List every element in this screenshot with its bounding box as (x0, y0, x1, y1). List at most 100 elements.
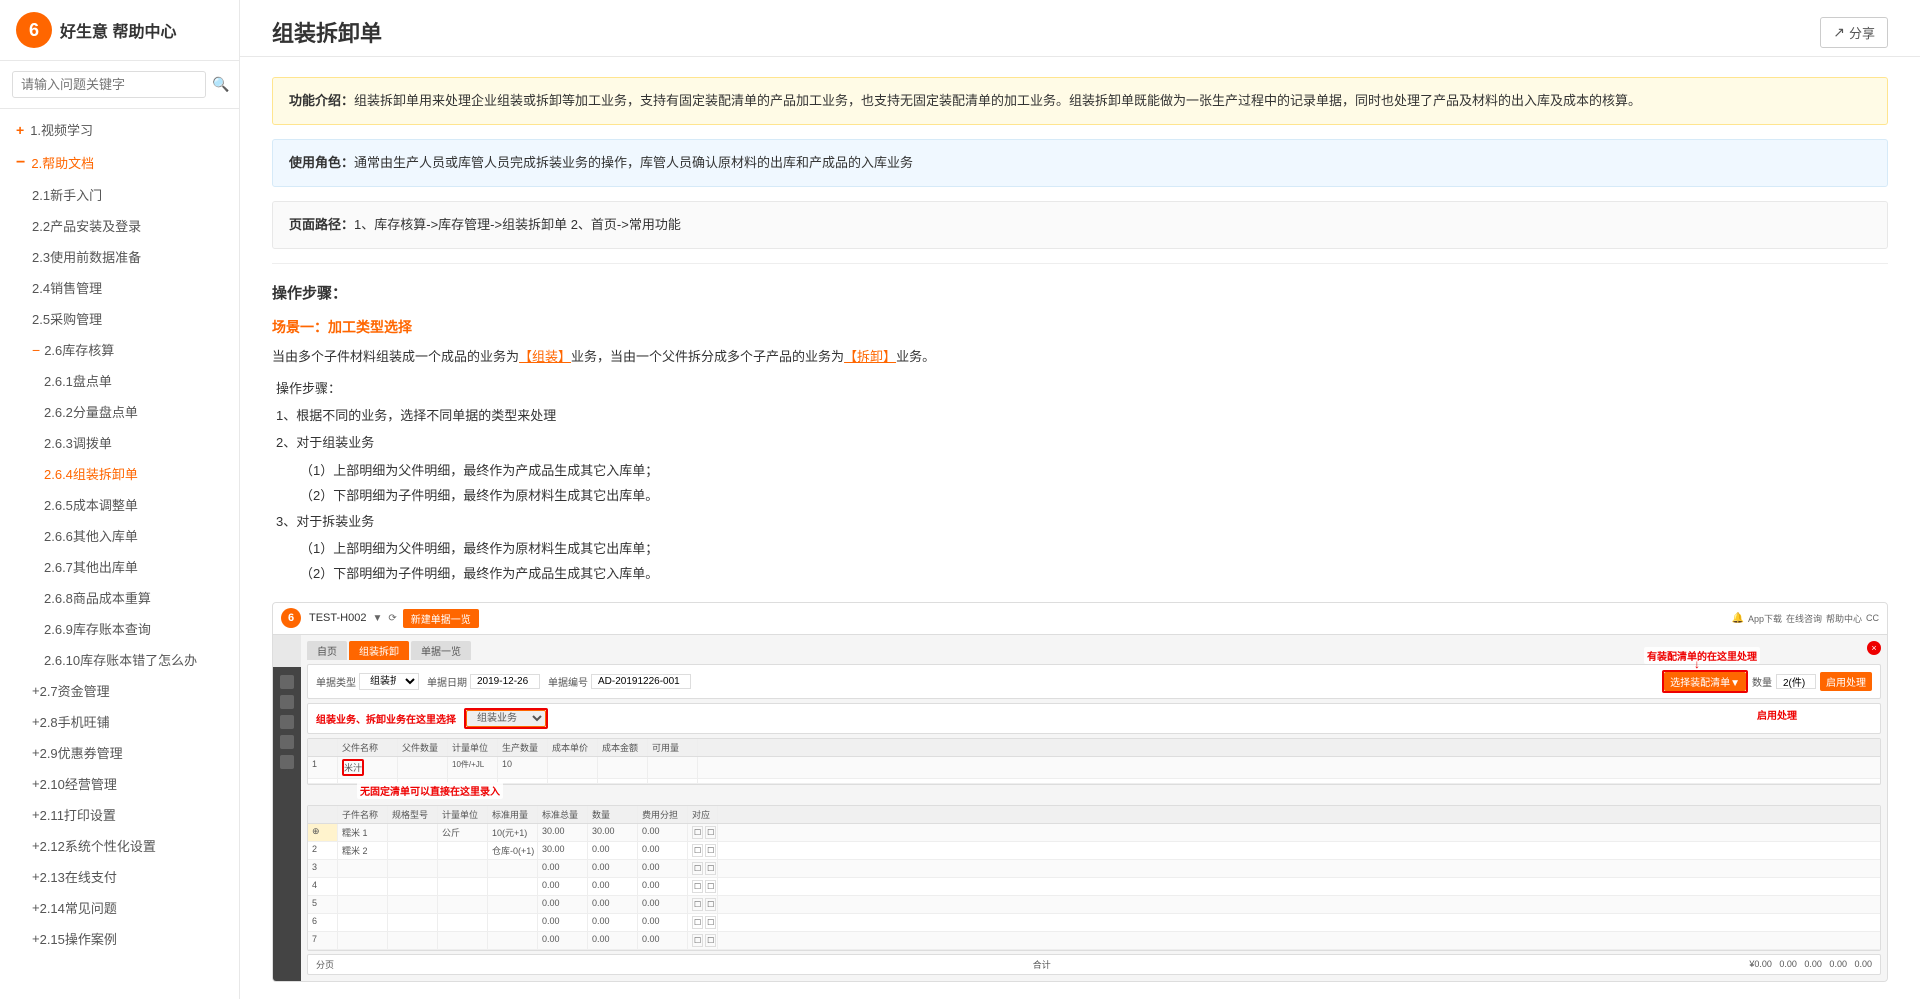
sub-table-row-4: 4 0.00 0.00 0.00 ☐ (308, 878, 1880, 896)
ss-sub-td-1-8: ☐ ☐ (688, 842, 718, 859)
sidebar-item-2-14[interactable]: + 2.14常见问题 (0, 892, 239, 923)
ss-op-annotation-area: 启用处理 (1754, 706, 1800, 723)
link-assembly[interactable]: 【组装】 (519, 349, 571, 364)
ss-sub-td-1-4: 仓库-0(+1) (488, 842, 538, 859)
sidebar-item-2-6-10[interactable]: 2.6.10库存账本错了怎么办 (0, 644, 239, 675)
step1: 1、根据不同的业务，选择不同单据的类型来处理 (276, 404, 1888, 427)
ss-sub-td-3-0: 4 (308, 878, 338, 895)
step2: 2、对于组装业务 (276, 431, 1888, 454)
ss-td-0-3: 10件/+JL (448, 757, 498, 778)
ss-body: 自页 组装拆卸 单据一览 单据类型 组装拆卸 (273, 635, 1887, 981)
ss-sub-th-5: 标准总量 (538, 806, 588, 823)
scenario1-heading: 场景一：加工类型选择 (272, 317, 1888, 337)
ss-sub-th-3: 计量单位 (438, 806, 488, 823)
ss-process-btn[interactable]: 启用处理 (1820, 672, 1872, 691)
sidebar-item-2[interactable]: − 2.帮助文档 (0, 146, 239, 179)
sub-table-row-2: 2 糯米 2 仓库-0(+1) 30.00 0.00 0.00 ☐ (308, 842, 1880, 860)
ss-th-7: 可用量 (648, 739, 698, 756)
ss-table-container: 父件名称 父件数量 计量单位 生产数量 成本单价 成本金额 可用量 1 (307, 738, 1881, 785)
plus-icon-2-9: + (32, 745, 40, 760)
step2-sub1: （1）上部明细为父件明细，最终作为产成品生成其它入库单； (276, 459, 1888, 482)
ss-doc-type-select[interactable]: 组装拆卸 (359, 673, 419, 690)
ss-sub-th-7: 费用分担 (638, 806, 688, 823)
search-icon[interactable]: 🔍 (212, 76, 229, 93)
ss-page-info: 分页 (316, 958, 334, 971)
sidebar-item-2-3[interactable]: 2.3使用前数据准备 (0, 241, 239, 272)
ss-sub-td-6-7: 0.00 (638, 932, 688, 949)
ss-sub-td-0-1: 糯米 1 (338, 824, 388, 841)
ss-sub-td-4-3 (438, 896, 488, 913)
ss-sub-td-3-3 (438, 878, 488, 895)
plus-icon-2-14: + (32, 900, 40, 915)
ss-sidebar-icon-2 (280, 695, 294, 709)
sidebar-item-2-6-3[interactable]: 2.6.3调拨单 (0, 427, 239, 458)
ss-refresh-icon: ⟳ (388, 613, 396, 624)
sidebar-item-2-1[interactable]: 2.1新手入门 (0, 179, 239, 210)
sidebar-item-2-6-4[interactable]: 2.6.4组装拆卸单 (0, 458, 239, 489)
ss-sub-td-0-2 (388, 824, 438, 841)
sidebar-item-2-6-5[interactable]: 2.6.5成本调整单 (0, 489, 239, 520)
logo-icon: 6 (16, 12, 52, 48)
ss-table: 父件名称 父件数量 计量单位 生产数量 成本单价 成本金额 可用量 1 (307, 738, 1881, 785)
ss-qty-input[interactable] (1776, 674, 1816, 689)
ss-tab-active: 组装拆卸 (349, 641, 409, 660)
main-content: 组装拆卸单 ↗ 分享 功能介绍：组装拆卸单用来处理企业组装或拆卸等加工业务，支持… (240, 0, 1920, 999)
sidebar-item-2-8[interactable]: + 2.8手机旺铺 (0, 706, 239, 737)
ss-sub-td-6-4 (488, 932, 538, 949)
sidebar-item-2-11[interactable]: + 2.11打印设置 (0, 799, 239, 830)
sidebar-item-2-6-1[interactable]: 2.6.1盘点单 (0, 365, 239, 396)
search-input[interactable] (12, 71, 206, 98)
sidebar-item-1[interactable]: + 1.视频学习 (0, 113, 239, 146)
ss-billno-input[interactable] (591, 674, 691, 689)
ss-op-type-select[interactable]: 组装业务 (466, 710, 546, 727)
sidebar-item-2-6-8[interactable]: 2.6.8商品成本重算 (0, 582, 239, 613)
ss-close-button[interactable]: × (1867, 641, 1881, 655)
ops-steps-label: 操作步骤： (276, 377, 1888, 400)
role-label: 使用角色： (289, 155, 354, 170)
sidebar-item-2-4[interactable]: 2.4销售管理 (0, 272, 239, 303)
sidebar-item-2-6-6[interactable]: 2.6.6其他入库单 (0, 520, 239, 551)
sidebar-item-2-5[interactable]: 2.5采购管理 (0, 303, 239, 334)
main-header: 组装拆卸单 ↗ 分享 (240, 0, 1920, 57)
scenario1-desc: 当由多个子件材料组装成一个成品的业务为【组装】业务，当由一个父件拆分成多个子产品… (272, 345, 1888, 368)
ss-th-5: 成本单价 (548, 739, 598, 756)
ss-topbar-icons: 🔔 App下载 在线咨询 帮助中心 CC (1732, 612, 1880, 625)
ss-total-values: ¥0.00 0.00 0.00 0.00 0.00 (1749, 959, 1872, 969)
sidebar-item-2-9[interactable]: + 2.9优惠券管理 (0, 737, 239, 768)
sidebar-header: 6 好生意 帮助中心 (0, 0, 239, 61)
ss-new-btn[interactable]: 新建单据一览 (403, 609, 479, 628)
ss-date-input[interactable] (470, 674, 540, 689)
ss-sub-td-5-0: 6 (308, 914, 338, 931)
ss-sub-td-6-5: 0.00 (538, 932, 588, 949)
ss-sub-td-5-7: 0.00 (638, 914, 688, 931)
sidebar-item-2-6[interactable]: − 2.6库存核算 (0, 334, 239, 365)
ss-sub-td-1-3 (438, 842, 488, 859)
path-block: 页面路径：1、库存核算->库存管理->组装拆卸单 2、首页->常用功能 (272, 201, 1888, 249)
ss-td-0-6 (598, 757, 648, 778)
ss-sub-td-6-6: 0.00 (588, 932, 638, 949)
sidebar-item-2-2[interactable]: 2.2产品安装及登录 (0, 210, 239, 241)
plus-icon-2-13: + (32, 869, 40, 884)
sidebar-item-2-6-2[interactable]: 2.6.2分量盘点单 (0, 396, 239, 427)
sidebar-item-2-13[interactable]: + 2.13在线支付 (0, 861, 239, 892)
sidebar-item-2-6-7[interactable]: 2.6.7其他出库单 (0, 551, 239, 582)
ss-sub-td-5-4 (488, 914, 538, 931)
ss-th-3: 计量单位 (448, 739, 498, 756)
ss-annotation-1: 有装配清单的在这里处理 (1644, 647, 1760, 664)
ss-sidebar-icon-5 (280, 755, 294, 769)
sidebar-item-2-12[interactable]: + 2.12系统个性化设置 (0, 830, 239, 861)
sidebar-item-2-7[interactable]: + 2.7资金管理 (0, 675, 239, 706)
sidebar-item-2-6-9[interactable]: 2.6.9库存账本查询 (0, 613, 239, 644)
ss-sub-td-4-8: ☐ ☐ (688, 896, 718, 913)
ss-sub-td-3-5: 0.00 (538, 878, 588, 895)
ss-choose-bom-btn[interactable]: 选择装配清单▼ (1664, 672, 1746, 691)
ss-sub-td-1-5: 30.00 (538, 842, 588, 859)
sidebar-item-2-10[interactable]: + 2.10经营管理 (0, 768, 239, 799)
link-disassembly[interactable]: 【拆卸】 (844, 349, 896, 364)
ss-th-0 (308, 739, 338, 756)
share-button[interactable]: ↗ 分享 (1820, 17, 1888, 48)
sidebar-item-2-15[interactable]: + 2.15操作案例 (0, 923, 239, 954)
step3-sub1: （1）上部明细为父件明细，最终作为原材料生成其它出库单； (276, 537, 1888, 560)
ss-bottom-bar: 分页 合计 ¥0.00 0.00 0.00 0.00 0.00 (307, 954, 1881, 975)
ss-th-4: 生产数量 (498, 739, 548, 756)
